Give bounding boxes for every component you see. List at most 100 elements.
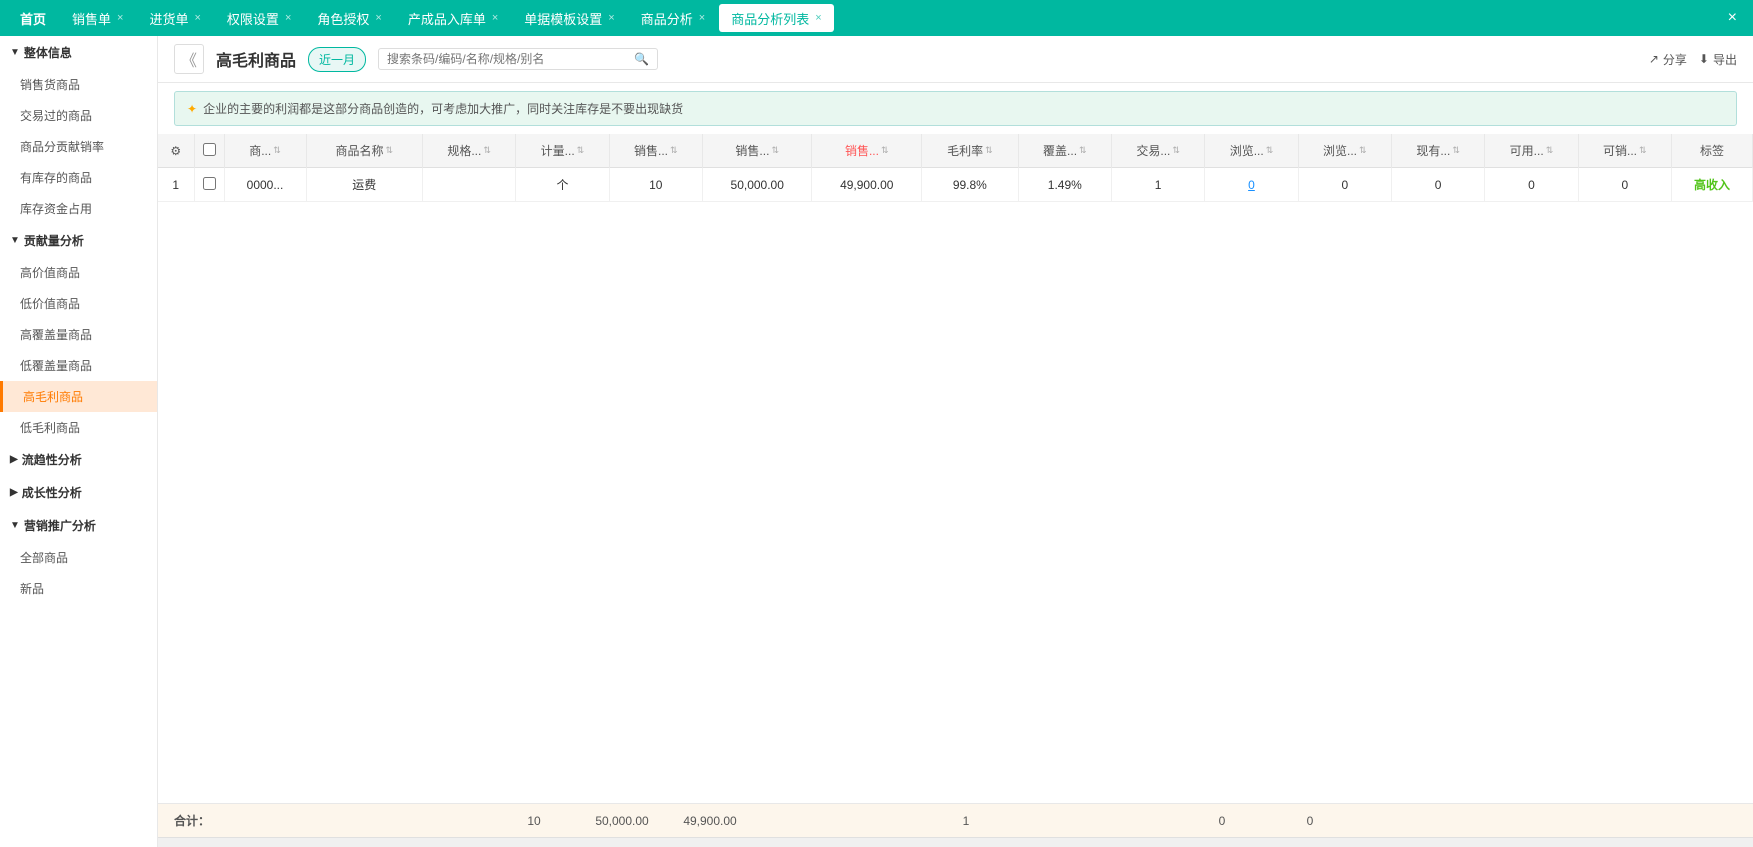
search-input[interactable] — [387, 52, 630, 66]
nav-tab-template-label: 单据模板设置 — [524, 9, 602, 28]
nav-tab-sales-label: 销售单 — [72, 9, 111, 28]
sidebar: ▼ 整体信息 销售货商品 交易过的商品 商品分贡献销率 有库存的商品 库存资金占… — [0, 36, 158, 847]
footer-total-current-stock: 0 — [1182, 814, 1262, 828]
th-salable[interactable]: 可销... ⇅ — [1578, 134, 1671, 168]
row-checkbox[interactable] — [203, 177, 216, 190]
nav-tab-role[interactable]: 角色授权 × — [305, 4, 393, 32]
nav-tab-permission-label: 权限设置 — [227, 9, 279, 28]
sidebar-item-new-goods[interactable]: 新品 — [0, 573, 157, 604]
sidebar-group-overall-label: 整体信息 — [24, 44, 72, 61]
th-name[interactable]: 商品名称 ⇅ — [306, 134, 422, 168]
info-banner-text: 企业的主要的利润都是这部分商品创造的，可考虑加大推广，同时关注库存是不要出现缺货 — [203, 100, 683, 117]
sidebar-item-high-value[interactable]: 高价值商品 — [0, 257, 157, 288]
th-usable[interactable]: 可用... ⇅ — [1485, 134, 1578, 168]
th-code[interactable]: 商... ⇅ — [224, 134, 306, 168]
th-sales-qty[interactable]: 销售... ⇅ — [609, 134, 702, 168]
cell-sales-qty: 10 — [609, 168, 702, 202]
nav-tab-template-close[interactable]: × — [608, 12, 614, 24]
sidebar-collapse-button[interactable]: 《 — [174, 44, 204, 74]
cell-checkbox[interactable] — [194, 168, 224, 202]
export-label: 导出 — [1713, 51, 1737, 68]
sort-icon-4: ⇅ — [577, 145, 585, 156]
sidebar-item-low-value[interactable]: 低价值商品 — [0, 288, 157, 319]
nav-tab-product-warehouse-label: 产成品入库单 — [408, 9, 486, 28]
th-browse1[interactable]: 浏览... ⇅ — [1205, 134, 1298, 168]
sort-icon-9: ⇅ — [1079, 145, 1087, 156]
th-unit[interactable]: 计量... ⇅ — [516, 134, 609, 168]
top-navigation: 首页 销售单 × 进货单 × 权限设置 × 角色授权 × 产成品入库单 × 单据… — [0, 0, 1753, 36]
close-all-tabs-button[interactable]: × — [1720, 9, 1745, 27]
nav-tab-product-warehouse-close[interactable]: × — [492, 12, 498, 24]
nav-tab-role-close[interactable]: × — [375, 12, 381, 24]
nav-tab-product-analysis-list[interactable]: 商品分析列表 × — [719, 4, 833, 32]
cell-unit: 个 — [516, 168, 609, 202]
sidebar-group-contribution[interactable]: ▼ 贡献量分析 — [0, 224, 157, 257]
sort-icon-3: ⇅ — [483, 145, 491, 156]
th-current-stock[interactable]: 现有... ⇅ — [1391, 134, 1484, 168]
sidebar-item-high-coverage[interactable]: 高覆盖量商品 — [0, 319, 157, 350]
sidebar-group-trend[interactable]: ▶ 流趋性分析 — [0, 443, 157, 476]
nav-tab-role-label: 角色授权 — [317, 9, 369, 28]
filter-recent-month-button[interactable]: 近一月 — [308, 47, 366, 72]
nav-tab-sales[interactable]: 销售单 × — [60, 4, 135, 32]
cell-sales-amount: 50,000.00 — [702, 168, 812, 202]
sidebar-item-high-margin[interactable]: 高毛利商品 — [0, 381, 157, 412]
cell-gross-margin: 99.8% — [922, 168, 1019, 202]
cell-browse2: 0 — [1298, 168, 1391, 202]
cell-trade: 1 — [1111, 168, 1204, 202]
cell-browse1[interactable]: 0 — [1205, 168, 1298, 202]
select-all-checkbox[interactable] — [203, 143, 216, 156]
sidebar-group-marketing[interactable]: ▼ 营销推广分析 — [0, 509, 157, 542]
sidebar-item-contribution-rate[interactable]: 商品分贡献销率 — [0, 131, 157, 162]
sidebar-group-growth[interactable]: ▶ 成长性分析 — [0, 476, 157, 509]
table-header-row: ⚙ 商... ⇅ 商品名称 — [158, 134, 1753, 168]
th-settings[interactable]: ⚙ — [158, 134, 194, 168]
page-title: 高毛利商品 — [216, 47, 296, 71]
sidebar-group-marketing-label: 营销推广分析 — [24, 517, 96, 534]
nav-tab-template[interactable]: 单据模板设置 × — [512, 4, 626, 32]
nav-tab-permission[interactable]: 权限设置 × — [215, 4, 303, 32]
th-gross-margin[interactable]: 毛利率 ⇅ — [922, 134, 1019, 168]
settings-icon[interactable]: ⚙ — [170, 144, 181, 158]
sidebar-item-traded-goods[interactable]: 交易过的商品 — [0, 100, 157, 131]
cell-sales-cost: 49,900.00 — [812, 168, 922, 202]
sort-icon-13: ⇅ — [1452, 145, 1460, 156]
th-trade[interactable]: 交易... ⇅ — [1111, 134, 1204, 168]
nav-tab-permission-close[interactable]: × — [285, 12, 291, 24]
cell-code: 0000... — [224, 168, 306, 202]
info-banner: ✦ 企业的主要的利润都是这部分商品创造的，可考虑加大推广，同时关注库存是不要出现… — [174, 91, 1737, 126]
arrow-down-icon-3: ▼ — [10, 520, 20, 531]
nav-tab-home[interactable]: 首页 — [8, 4, 58, 32]
th-checkbox[interactable] — [194, 134, 224, 168]
th-sales-amount[interactable]: 销售... ⇅ — [702, 134, 812, 168]
share-icon: ↗ — [1649, 52, 1659, 66]
sidebar-item-sales-goods[interactable]: 销售货商品 — [0, 69, 157, 100]
nav-tab-purchase[interactable]: 进货单 × — [137, 4, 212, 32]
share-button[interactable]: ↗ 分享 — [1649, 51, 1687, 68]
th-sales-cost[interactable]: 销售... ⇅ — [812, 134, 922, 168]
th-coverage[interactable]: 覆盖... ⇅ — [1018, 134, 1111, 168]
th-spec[interactable]: 规格... ⇅ — [422, 134, 515, 168]
nav-tab-purchase-label: 进货单 — [149, 9, 188, 28]
sort-icon-5: ⇅ — [670, 145, 678, 156]
nav-tab-product-analysis-close[interactable]: × — [699, 12, 705, 24]
sidebar-item-low-coverage[interactable]: 低覆盖量商品 — [0, 350, 157, 381]
sidebar-item-low-margin[interactable]: 低毛利商品 — [0, 412, 157, 443]
horizontal-scrollbar[interactable] — [158, 837, 1753, 847]
nav-tab-sales-close[interactable]: × — [117, 12, 123, 24]
nav-tab-product-analysis-list-close[interactable]: × — [815, 12, 821, 24]
sidebar-item-capital-occupancy[interactable]: 库存资金占用 — [0, 193, 157, 224]
th-browse2[interactable]: 浏览... ⇅ — [1298, 134, 1391, 168]
sidebar-item-stock-goods[interactable]: 有库存的商品 — [0, 162, 157, 193]
cell-salable: 0 — [1578, 168, 1671, 202]
nav-tab-purchase-close[interactable]: × — [194, 12, 200, 24]
sidebar-item-all-goods[interactable]: 全部商品 — [0, 542, 157, 573]
sidebar-group-overall[interactable]: ▼ 整体信息 — [0, 36, 157, 69]
nav-tab-product-analysis[interactable]: 商品分析 × — [629, 4, 717, 32]
search-box: 🔍 — [378, 48, 658, 70]
search-icon[interactable]: 🔍 — [634, 52, 649, 66]
export-button[interactable]: ⬇ 导出 — [1699, 51, 1737, 68]
nav-tab-product-warehouse[interactable]: 产成品入库单 × — [396, 4, 510, 32]
th-tag[interactable]: 标签 — [1671, 134, 1752, 168]
footer-total-sales-amount: 50,000.00 — [582, 814, 662, 828]
